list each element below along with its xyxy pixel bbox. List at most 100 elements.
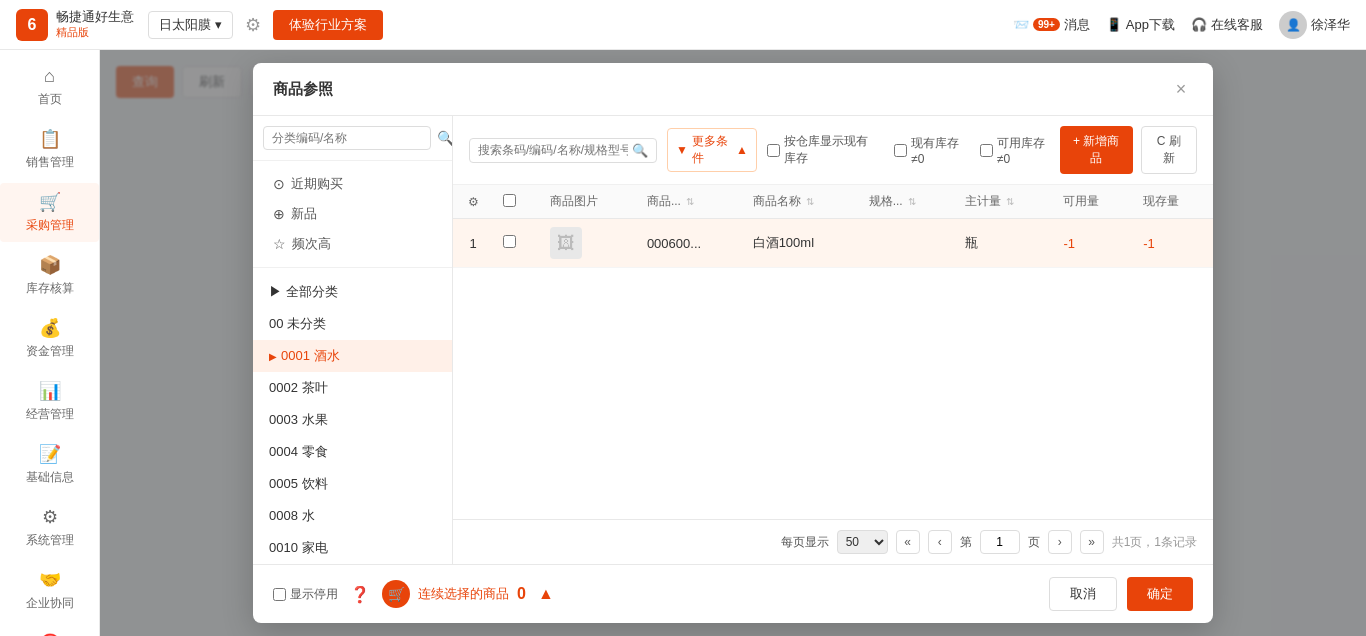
cart-icon[interactable]: 🛒	[382, 580, 410, 608]
last-page-btn[interactable]: »	[1080, 530, 1104, 554]
total-info: 共1页，1条记录	[1112, 534, 1197, 551]
new-icon: ⊕	[273, 206, 285, 222]
checkbox-available-label: 可用库存≠0	[997, 135, 1050, 166]
show-disabled-input[interactable]	[273, 588, 286, 601]
message-icon: 📨	[1013, 17, 1029, 32]
th-code[interactable]: 商品... ⇅	[637, 185, 743, 219]
th-name[interactable]: 商品名称 ⇅	[743, 185, 859, 219]
sort-icon-code: ⇅	[686, 196, 694, 207]
sidebar-item-enterprise[interactable]: 🤝 企业协同	[0, 561, 99, 620]
sidebar-label-sales: 销售管理	[26, 154, 74, 171]
sidebar-item-basic[interactable]: 📝 基础信息	[0, 435, 99, 494]
category-panel: 🔍 ⊙ 近期购买 ⊕ 新品	[253, 116, 453, 564]
modal-footer: 显示停用 ❓ 🛒 连续选择的商品 0 ▲ 取消 确定	[253, 564, 1213, 623]
logo-sub: 精品版	[56, 25, 134, 40]
modal-close-btn[interactable]: ×	[1169, 77, 1193, 101]
quick-link-frequent-label: 频次高	[292, 235, 331, 253]
home-icon: ⌂	[44, 66, 55, 87]
row-checkbox[interactable]	[503, 235, 516, 248]
prev-page-btn[interactable]: ‹	[928, 530, 952, 554]
td-spec	[859, 219, 955, 268]
checkbox-stock[interactable]: 现有库存≠0	[894, 135, 964, 166]
footer-collapse-icon[interactable]: ▲	[538, 585, 554, 603]
sidebar-item-purchase[interactable]: 🛒 采购管理	[0, 183, 99, 242]
quick-link-recent-label: 近期购买	[291, 175, 343, 193]
main-layout: ⌂ 首页 📋 销售管理 🛒 采购管理 📦 库存核算 💰 资金管理 📊 经营管理 …	[0, 50, 1366, 636]
collapse-icon: 《	[453, 331, 454, 344]
product-search-input[interactable]	[478, 143, 628, 157]
category-item-00[interactable]: 00 未分类	[253, 308, 452, 340]
first-page-btn[interactable]: «	[896, 530, 920, 554]
category-item-0008[interactable]: 0008 水	[253, 500, 452, 532]
page-size-label: 每页显示	[781, 534, 829, 551]
th-stock: 现存量	[1133, 185, 1213, 219]
settings-gear-icon[interactable]: ⚙	[468, 195, 479, 209]
help-icon[interactable]: ❓	[350, 585, 370, 604]
category-item-0010[interactable]: 0010 家电	[253, 532, 452, 564]
filter-btn[interactable]: ▼ 更多条件 ▲	[667, 128, 757, 172]
checkbox-warehouse[interactable]: 按仓库显示现有库存	[767, 133, 878, 167]
th-spec[interactable]: 规格... ⇅	[859, 185, 955, 219]
table-row[interactable]: 1 🖼 000600... 白酒100ml	[453, 219, 1213, 268]
user-area[interactable]: 👤 徐泽华	[1279, 11, 1350, 39]
basic-icon: 📝	[39, 443, 61, 465]
sort-icon-unit: ⇅	[1006, 196, 1014, 207]
show-disabled-checkbox[interactable]: 显示停用	[273, 586, 338, 603]
confirm-btn[interactable]: 确定	[1127, 577, 1193, 611]
panel-collapse-btn[interactable]: 《	[452, 318, 453, 358]
sidebar-label-basic: 基础信息	[26, 469, 74, 486]
quick-link-frequent[interactable]: ☆ 频次高	[265, 229, 440, 259]
app-download-btn[interactable]: 📱 App下载	[1106, 16, 1175, 34]
online-service-label: 在线客服	[1211, 16, 1263, 34]
td-unit: 瓶	[955, 219, 1054, 268]
nav-selector[interactable]: 日太阳膜 ▾	[148, 11, 233, 39]
refresh-product-btn[interactable]: C 刷新	[1141, 126, 1197, 174]
message-btn[interactable]: 📨 99+ 消息	[1013, 16, 1090, 34]
td-stock: -1	[1133, 219, 1213, 268]
sidebar-item-operations[interactable]: 📊 经营管理	[0, 372, 99, 431]
checkbox-available[interactable]: 可用库存≠0	[980, 135, 1050, 166]
checkbox-stock-input[interactable]	[894, 144, 907, 157]
modal-header: 商品参照 ×	[253, 63, 1213, 116]
sidebar-item-guide[interactable]: 🎯 新手引导	[0, 624, 99, 636]
quick-link-new[interactable]: ⊕ 新品	[265, 199, 440, 229]
sidebar-item-finance[interactable]: 💰 资金管理	[0, 309, 99, 368]
sidebar-item-home[interactable]: ⌂ 首页	[0, 58, 99, 116]
sidebar-item-inventory[interactable]: 📦 库存核算	[0, 246, 99, 305]
sidebar-item-sales[interactable]: 📋 销售管理	[0, 120, 99, 179]
guide-icon: 🎯	[39, 632, 61, 636]
online-service-btn[interactable]: 🎧 在线客服	[1191, 16, 1263, 34]
next-page-btn[interactable]: ›	[1048, 530, 1072, 554]
category-search-area: 🔍	[253, 116, 452, 161]
td-index: 1	[453, 219, 493, 268]
select-all-checkbox[interactable]	[503, 194, 516, 207]
category-search-icon[interactable]: 🔍	[437, 130, 453, 146]
category-search-input[interactable]	[263, 126, 431, 150]
category-item-0004[interactable]: 0004 零食	[253, 436, 452, 468]
checkbox-available-input[interactable]	[980, 144, 993, 157]
category-item-0001[interactable]: ▶ 0001 酒水	[253, 340, 452, 372]
cart-label: 连续选择的商品	[418, 585, 509, 603]
page-label: 第	[960, 534, 972, 551]
frequent-icon: ☆	[273, 236, 286, 252]
filter-arrow-icon: ▲	[736, 143, 748, 157]
category-item-0003[interactable]: 0003 水果	[253, 404, 452, 436]
checkbox-warehouse-input[interactable]	[767, 144, 780, 157]
sidebar-item-system[interactable]: ⚙ 系统管理	[0, 498, 99, 557]
category-item-0002[interactable]: 0002 茶叶	[253, 372, 452, 404]
cat-0003-label: 0003 水果	[269, 411, 328, 429]
experience-btn[interactable]: 体验行业方案	[273, 10, 383, 40]
cat-0002-label: 0002 茶叶	[269, 379, 328, 397]
category-item-0005[interactable]: 0005 饮料	[253, 468, 452, 500]
gear-icon[interactable]: ⚙	[245, 14, 261, 36]
search-icon[interactable]: 🔍	[632, 143, 648, 158]
quick-link-recent[interactable]: ⊙ 近期购买	[265, 169, 440, 199]
category-item-all[interactable]: ▶ 全部分类	[253, 276, 452, 308]
cat-0001-label: 0001 酒水	[281, 347, 340, 365]
logo-name: 畅捷通好生意	[56, 9, 134, 26]
add-product-btn[interactable]: + 新增商品	[1060, 126, 1133, 174]
th-unit[interactable]: 主计量 ⇅	[955, 185, 1054, 219]
page-size-select[interactable]: 20 50 100	[837, 530, 888, 554]
cancel-btn[interactable]: 取消	[1049, 577, 1117, 611]
page-number-input[interactable]	[980, 530, 1020, 554]
